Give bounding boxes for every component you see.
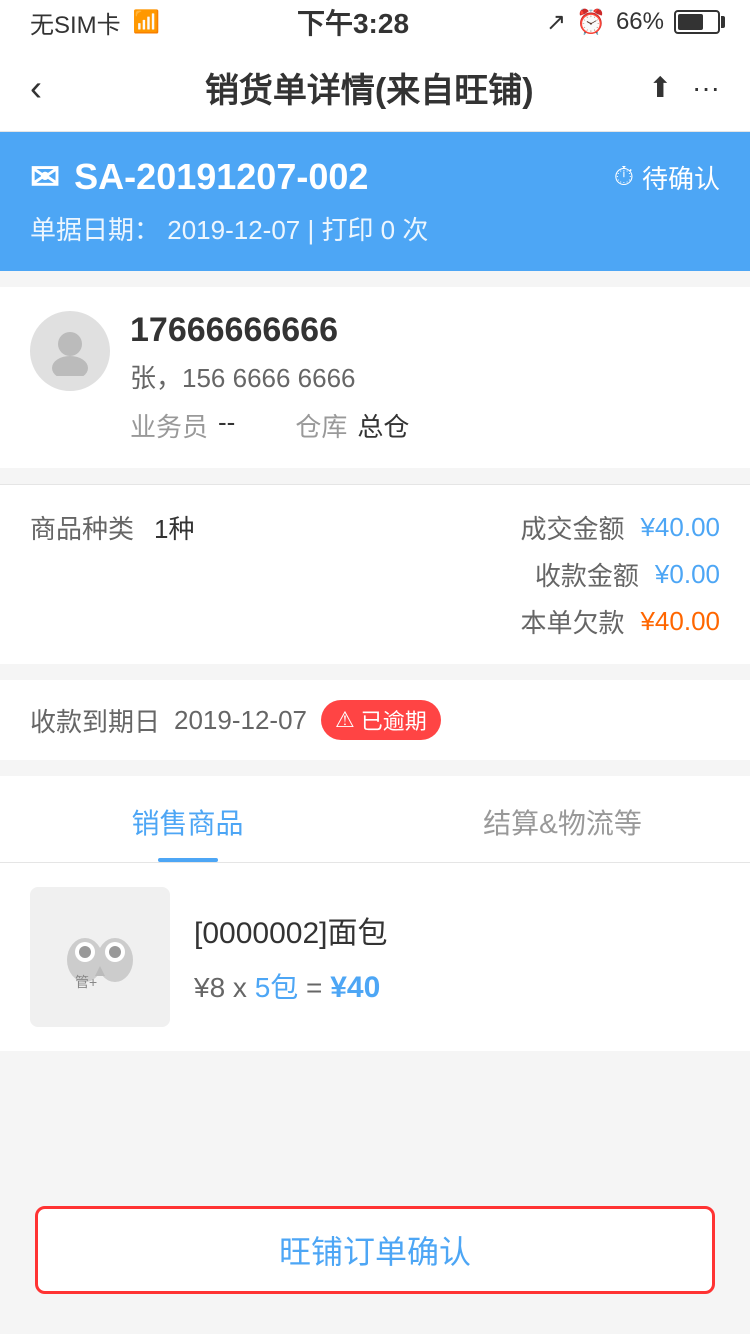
order-stats-card: 商品种类 1种 成交金额 ¥40.00 收款金额 ¥0.00 本单欠款 ¥40.… [0,485,750,664]
customer-card: 17666666666 张，156 6666 6666 业务员 -- 仓库 总仓 [0,287,750,468]
back-button[interactable]: ‹ [30,67,90,109]
product-type-value: 1种 [154,509,194,546]
debt-value: ¥40.00 [640,606,720,637]
warehouse-value: 总仓 [357,407,409,444]
stats-left: 商品种类 1种 [30,509,520,546]
stats-right: 成交金额 ¥40.00 收款金额 ¥0.00 本单欠款 ¥40.00 [520,509,720,640]
product-info: [0000002]面包 ¥8 x 5包 = ¥40 [194,908,720,1006]
collection-value: ¥0.00 [655,559,720,590]
nav-actions: ⬆ ··· [649,71,720,104]
salesman-meta: 业务员 -- [130,407,235,444]
order-id-text: SA-20191207-002 [74,156,368,198]
page-title: 销货单详情(来自旺铺) [90,63,649,112]
deal-amount-value: ¥40.00 [640,512,720,543]
confirm-button[interactable]: 旺铺订单确认 [35,1206,715,1294]
date-value: 2019-12-07 [167,215,300,245]
tab-settlement-label: 结算&物流等 [483,808,642,839]
salesman-label: 业务员 [130,407,208,444]
stats-section: 商品种类 1种 成交金额 ¥40.00 收款金额 ¥0.00 本单欠款 ¥40.… [30,509,720,640]
order-date: 单据日期： 2019-12-07 | 打印 0 次 [30,210,720,247]
customer-phone: 17666666666 [130,311,720,350]
deal-amount-label: 成交金额 [520,509,624,546]
customer-meta: 业务员 -- 仓库 总仓 [130,407,720,444]
order-id-row: ✉ SA-20191207-002 ⏱ 待确认 [30,156,720,198]
alarm-icon: ⏰ [576,8,606,37]
svg-text:管+: 管+ [75,974,97,990]
order-id: ✉ SA-20191207-002 [30,156,368,198]
order-icon: ✉ [30,156,60,198]
location-icon: ↗ [546,8,566,37]
tab-settlement[interactable]: 结算&物流等 [375,776,750,862]
debt-row: 本单欠款 ¥40.00 [520,603,720,640]
confirm-button-label: 旺铺订单确认 [279,1227,471,1273]
overdue-badge: ⚠ 已逾期 [321,700,441,740]
collection-label: 收款金额 [535,556,639,593]
warehouse-label: 仓库 [295,407,347,444]
tab-products-label: 销售商品 [131,808,243,839]
debt-label: 本单欠款 [520,603,624,640]
product-type-label: 商品种类 [30,509,134,546]
print-info: | 打印 0 次 [307,215,428,245]
battery-fill [678,14,703,30]
product-logo-icon: 管+ [55,922,145,992]
battery-percent: 66% [616,8,664,36]
carrier-label: 无SIM卡 [30,5,121,40]
tab-products[interactable]: 销售商品 [0,776,375,862]
order-status: ⏱ 待确认 [614,159,720,196]
customer-name: 张，156 6666 6666 [130,358,720,395]
status-right: ↗ ⏰ 66% [546,8,720,37]
tab-bar: 销售商品 结算&物流等 [0,776,750,863]
share-button[interactable]: ⬆ [649,71,672,104]
status-text: 待确认 [642,159,720,196]
status-bar: 无SIM卡 📶 下午3:28 ↗ ⏰ 66% [0,0,750,44]
status-left: 无SIM卡 📶 [30,5,160,40]
avatar [30,311,110,391]
product-item: 管+ [0000002]面包 ¥8 x 5包 = ¥40 [0,863,750,1051]
due-date-value: 2019-12-07 [174,705,307,736]
status-clock-icon: ⏱ [614,161,634,193]
avatar-icon [45,326,95,376]
salesman-value: -- [218,407,235,444]
collection-row: 收款金额 ¥0.00 [535,556,720,593]
due-date-section: 收款到期日 2019-12-07 ⚠ 已逾期 [0,680,750,760]
wifi-icon: 📶 [133,9,160,35]
product-thumbnail: 管+ [30,887,170,1027]
price-total: ¥40 [330,971,380,1004]
warehouse-meta: 仓库 总仓 [295,407,409,444]
price-equals: = [298,972,330,1003]
price-text: ¥8 x [194,972,255,1003]
customer-info: 17666666666 张，156 6666 6666 业务员 -- 仓库 总仓 [130,311,720,444]
nav-bar: ‹ 销货单详情(来自旺铺) ⬆ ··· [0,44,750,132]
product-price: ¥8 x 5包 = ¥40 [194,966,720,1006]
price-qty: 5包 [255,972,299,1003]
confirm-button-wrapper: 旺铺订单确认 [35,1206,715,1294]
customer-section: 17666666666 张，156 6666 6666 业务员 -- 仓库 总仓 [30,311,720,444]
date-label: 单据日期： [30,215,160,245]
overdue-text: 已逾期 [361,704,427,736]
more-button[interactable]: ··· [692,72,720,104]
overdue-icon: ⚠ [335,707,355,733]
time-display: 下午3:28 [297,2,409,42]
order-header: ✉ SA-20191207-002 ⏱ 待确认 单据日期： 2019-12-07… [0,132,750,271]
due-date-label: 收款到期日 [30,702,160,739]
battery-icon [674,10,720,34]
deal-amount-row: 成交金额 ¥40.00 [520,509,720,546]
product-name: [0000002]面包 [194,908,720,952]
